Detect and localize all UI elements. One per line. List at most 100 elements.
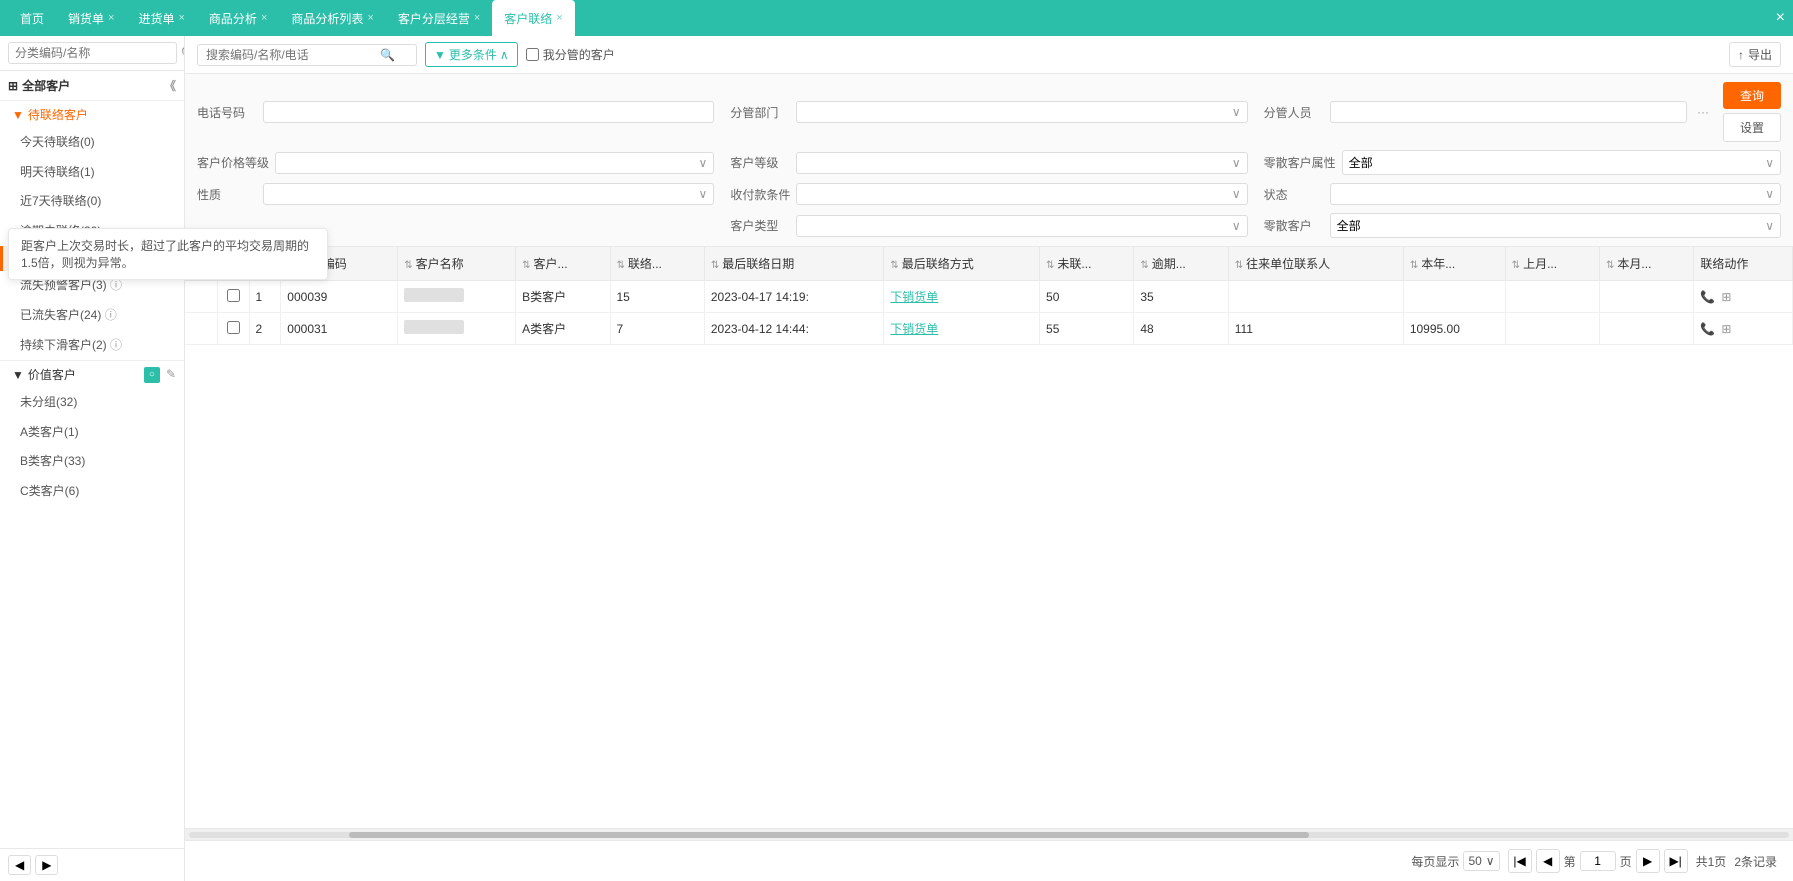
sidebar-prev-btn[interactable]: ◀ xyxy=(8,855,31,875)
grid-icon: ⊞ xyxy=(8,79,18,93)
main-layout: 🔍 ⊞ 全部客户 《 ▼ 待联络客户 今天待联络(0) 明天待联络(1) 近7天… xyxy=(0,36,1793,881)
phone-filter-row: 电话号码 xyxy=(197,82,714,142)
sidebar-next-btn[interactable]: ▶ xyxy=(35,855,58,875)
first-page-btn[interactable]: |◀ xyxy=(1508,849,1532,873)
dept-select[interactable]: ∨ xyxy=(796,101,1247,123)
action-phone-icon[interactable]: 📞 xyxy=(1700,290,1715,304)
th-last-month[interactable]: 上月... xyxy=(1505,247,1599,281)
tooltip-rebuy-anomaly: 距客户上次交易时长，超过了此客户的平均交易周期的1.5倍，则视为异常。 xyxy=(8,228,185,280)
last-page-btn[interactable]: ▶| xyxy=(1664,849,1688,873)
phone-input[interactable] xyxy=(263,101,714,123)
horizontal-scrollbar[interactable] xyxy=(185,828,1793,840)
tab-home[interactable]: 首页 xyxy=(8,0,56,36)
my-customer-checkbox[interactable] xyxy=(526,48,539,61)
status-select[interactable]: ∨ xyxy=(1330,183,1781,205)
close-tab-sales[interactable]: × xyxy=(108,12,114,24)
sidebar-search-input[interactable] xyxy=(8,42,177,64)
th-type[interactable]: 客户... xyxy=(516,247,610,281)
tab-product-analysis[interactable]: 商品分析 × xyxy=(197,0,279,36)
close-tab-customer-contact[interactable]: × xyxy=(556,12,562,24)
person-filter-row: 分管人员 ··· 查询 设置 xyxy=(1264,82,1781,142)
sidebar-item-tomorrow[interactable]: 明天待联络(1) xyxy=(0,158,184,188)
sidebar-item-class-b[interactable]: B类客户(33) xyxy=(0,447,184,477)
tab-product-analysis-list[interactable]: 商品分析列表 × xyxy=(279,0,385,36)
cell-name[interactable] xyxy=(398,313,516,345)
scrollbar-thumb[interactable] xyxy=(349,832,1309,838)
triangle-icon: ▼ xyxy=(12,108,24,122)
collapse-sidebar[interactable]: 《 xyxy=(164,77,176,94)
person-input[interactable] xyxy=(1330,101,1687,123)
sidebar-item-7days[interactable]: 近7天待联络(0) xyxy=(0,187,184,217)
next-page-btn[interactable]: ▶ xyxy=(1636,849,1660,873)
sidebar-item-unclassified[interactable]: 未分组(32) xyxy=(0,388,184,418)
sidebar-item-class-c[interactable]: C类客户(6) xyxy=(0,477,184,507)
action-more-icon[interactable]: ⊞ xyxy=(1721,290,1731,304)
sidebar-item-continuous-down[interactable]: 持续下滑客户(2) ⓘ xyxy=(0,331,184,361)
th-this-month[interactable]: 本月... xyxy=(1600,247,1694,281)
sidebar-item-class-a[interactable]: A类客户(1) xyxy=(0,418,184,448)
settings-button[interactable]: 设置 xyxy=(1723,113,1781,142)
value-customer-group[interactable]: ▼ 价值客户 ○ ✎ xyxy=(0,360,184,388)
page-input[interactable] xyxy=(1580,851,1616,871)
tab-customer-contact[interactable]: 客户联络 × xyxy=(492,0,574,36)
payment-select[interactable]: ∨ xyxy=(796,183,1247,205)
gender-select[interactable]: ∨ xyxy=(263,183,714,205)
pending-contact-group[interactable]: ▼ 待联络客户 xyxy=(0,101,184,128)
cell-this-year xyxy=(1403,281,1505,313)
tab-sales[interactable]: 销货单 × xyxy=(56,0,126,36)
sidebar-bottom-bar: ◀ ▶ xyxy=(0,848,184,881)
top-filter-bar: 🔍 ▼ 更多条件 ∧ 我分管的客户 ↑ 导出 xyxy=(185,36,1793,74)
sidebar-item-today[interactable]: 今天待联络(0) xyxy=(0,128,184,158)
query-button[interactable]: 查询 xyxy=(1723,82,1781,109)
main-search-icon[interactable]: 🔍 xyxy=(380,48,395,62)
retail-attr-select[interactable]: 全部 ∨ xyxy=(1342,150,1781,175)
action-more-icon[interactable]: ⊞ xyxy=(1721,322,1731,336)
cell-last-contact-method[interactable]: 下销货单 xyxy=(884,281,1040,313)
cell-index: 2 xyxy=(249,313,281,345)
th-unread[interactable]: 未联... xyxy=(1040,247,1134,281)
more-conditions-btn[interactable]: ▼ 更多条件 ∧ xyxy=(425,42,518,67)
close-all-tabs[interactable]: × xyxy=(1776,9,1785,27)
cell-settings xyxy=(185,313,217,345)
main-search-input[interactable] xyxy=(206,48,376,62)
close-tab-product-analysis[interactable]: × xyxy=(261,12,267,24)
th-name[interactable]: 客户名称 xyxy=(398,247,516,281)
th-contact[interactable]: 联络... xyxy=(610,247,704,281)
cell-checkbox[interactable] xyxy=(217,313,249,345)
th-last-contact-date[interactable]: 最后联络日期 xyxy=(704,247,883,281)
my-customer-checkbox-wrap[interactable]: 我分管的客户 xyxy=(526,46,615,63)
th-last-contact-method[interactable]: 最后联络方式 xyxy=(884,247,1040,281)
value-customer-edit[interactable]: ✎ xyxy=(166,367,176,383)
th-this-year[interactable]: 本年... xyxy=(1403,247,1505,281)
person-more-icon[interactable]: ··· xyxy=(1697,105,1709,119)
retail-customer-select[interactable]: 全部 ∨ xyxy=(1330,213,1781,238)
close-tab-purchase[interactable]: × xyxy=(178,12,184,24)
customer-level-select[interactable]: ∨ xyxy=(796,152,1247,174)
price-level-select[interactable]: ∨ xyxy=(275,152,714,174)
cell-last-contact-method[interactable]: 下销货单 xyxy=(884,313,1040,345)
retail-attr-arrow: ∨ xyxy=(1765,156,1774,170)
prev-page-btn[interactable]: ◀ xyxy=(1536,849,1560,873)
value-customer-circle: ○ xyxy=(144,367,160,383)
cell-contact: 15 xyxy=(610,281,704,313)
tab-customer-segmentation[interactable]: 客户分层经营 × xyxy=(386,0,492,36)
row-checkbox[interactable] xyxy=(227,321,240,334)
customer-type-select[interactable]: ∨ xyxy=(796,215,1247,237)
th-company-contacts[interactable]: 往来单位联系人 xyxy=(1228,247,1403,281)
all-customers-header: ⊞ 全部客户 《 xyxy=(0,71,184,101)
close-tab-product-analysis-list[interactable]: × xyxy=(367,12,373,24)
cell-name[interactable] xyxy=(398,281,516,313)
cell-checkbox[interactable] xyxy=(217,281,249,313)
gender-arrow: ∨ xyxy=(699,187,708,201)
th-overdue[interactable]: 逾期... xyxy=(1134,247,1228,281)
tab-purchase[interactable]: 进货单 × xyxy=(126,0,196,36)
triangle-icon-2: ▼ xyxy=(12,368,24,382)
action-phone-icon[interactable]: 📞 xyxy=(1700,322,1715,336)
per-page-select[interactable]: 50 ∨ xyxy=(1463,851,1499,871)
close-tab-customer-segmentation[interactable]: × xyxy=(474,12,480,24)
table-row: 2 000031 A类客户 7 2023-04-12 14:44: 下销货单 5… xyxy=(185,313,1793,345)
export-button[interactable]: ↑ 导出 xyxy=(1729,42,1781,67)
payment-arrow: ∨ xyxy=(1232,187,1241,201)
row-checkbox[interactable] xyxy=(227,289,240,302)
sidebar-item-already-lost[interactable]: 已流失客户(24) ⓘ xyxy=(0,301,184,331)
